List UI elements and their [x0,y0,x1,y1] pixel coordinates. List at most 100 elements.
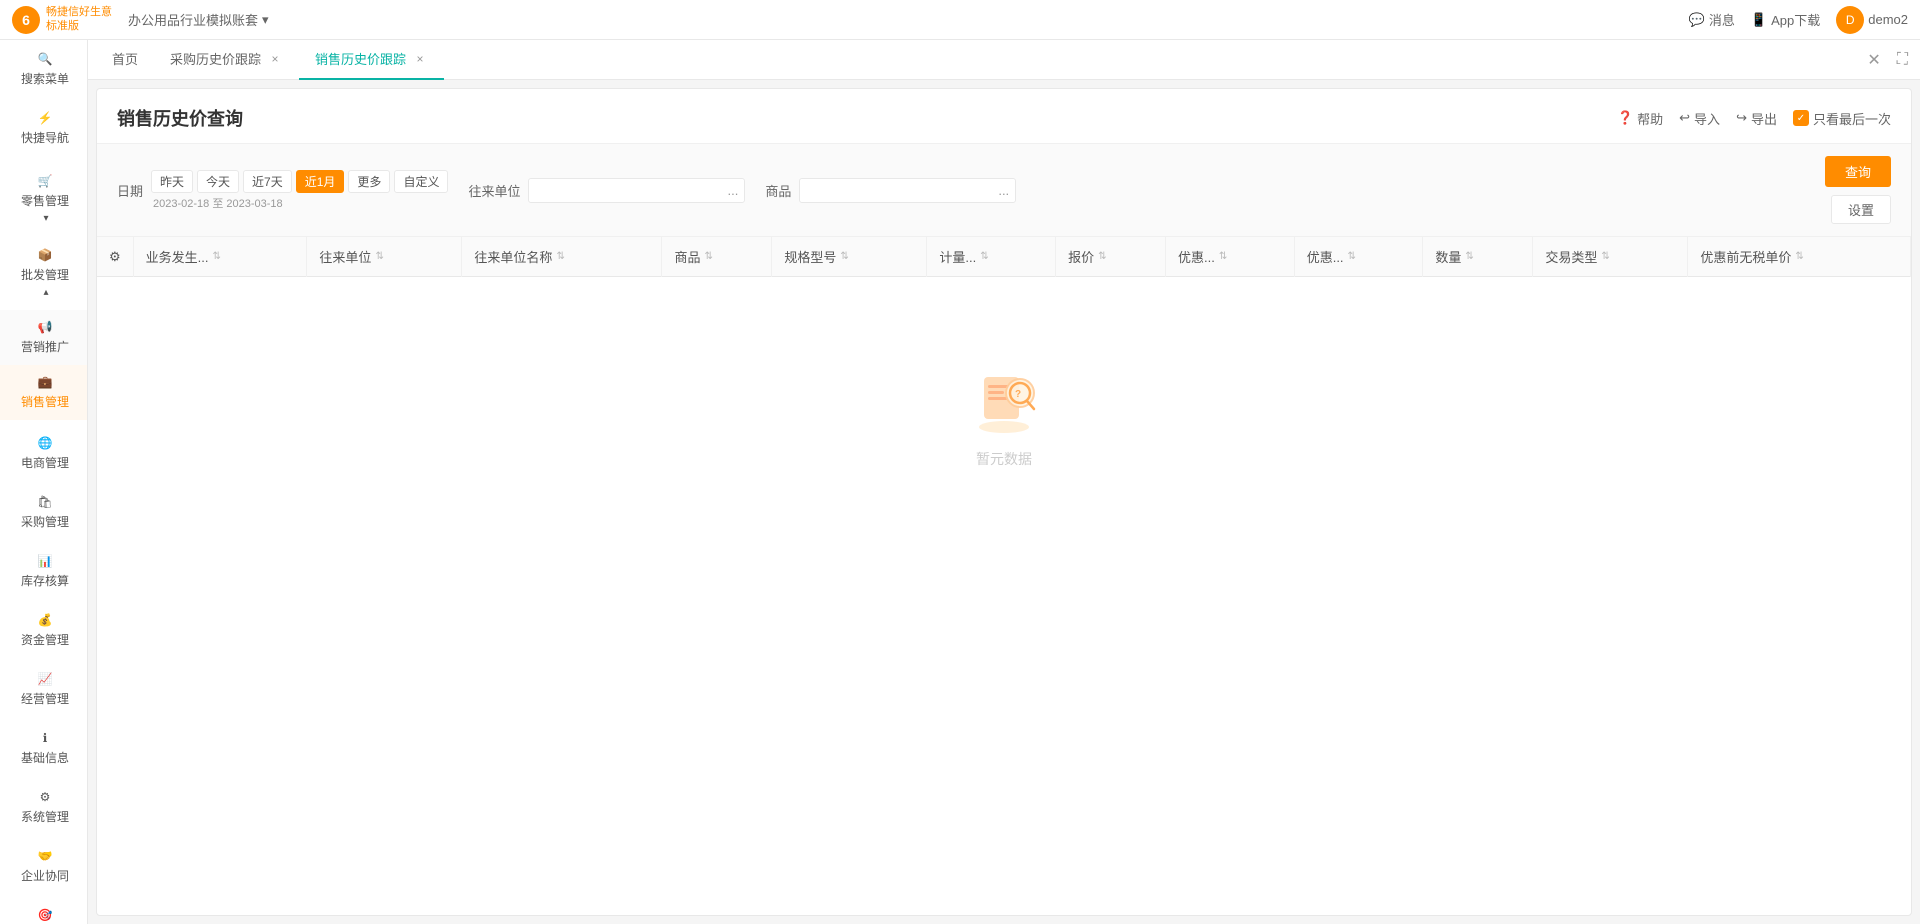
th-trade-type[interactable]: 交易类型⇅ [1533,237,1688,277]
th-discount1-label: 优惠... [1178,247,1215,266]
tab-sales-close[interactable]: × [412,51,428,67]
partner-input-wrap: ... [528,178,745,203]
settings-icon: ⚙ [109,249,121,264]
th-product[interactable]: 商品⇅ [662,237,772,277]
tab-home[interactable]: 首页 [96,40,154,80]
date-btn-more[interactable]: 更多 [348,170,390,193]
top-bar-left: 6 畅捷信好生意 标准版 办公用品行业模拟账套 ▾ [12,6,277,34]
tab-purchase-label: 采购历史价跟踪 [170,49,261,68]
sidebar: 🔍 搜索菜单 ⚡ 快捷导航 🛒 零售管理 ▾ 📦 批发管理 ▴ 📢 营销推广 💼… [0,40,88,924]
partner-filter-label: 往来单位 [468,181,520,200]
th-unit-label: 计量... [939,247,976,266]
sidebar-item-wholesale[interactable]: 📦 批发管理 ▴ [0,236,87,310]
th-pre-tax-price[interactable]: 优惠前无税单价 ⇅ [1688,237,1911,277]
chevron-down-icon: ▾ [262,12,269,28]
tab-purchase-history[interactable]: 采购历史价跟踪 × [154,40,299,80]
th-discount1[interactable]: 优惠...⇅ [1166,237,1295,277]
product-filter-label: 商品 [765,181,791,200]
sidebar-item-ecommerce[interactable]: 🌐 电商管理 [0,424,87,483]
th-discount2[interactable]: 优惠...⇅ [1294,237,1423,277]
sidebar-item-shortcuts[interactable]: ⚡ 快捷导航 [0,99,87,158]
chevron-icon: ▴ [43,287,48,298]
th-unit[interactable]: 计量... ⇅ [927,237,1056,277]
empty-text: 暂元数据 [976,449,1032,469]
page-header: 销售历史价查询 ❓ 帮助 ↩ 导入 ↪ 导出 ✓ [97,89,1911,144]
sidebar-item-inventory[interactable]: 📊 库存核算 [0,542,87,601]
date-btn-1month[interactable]: 近1月 [296,170,345,193]
sidebar-item-retail[interactable]: 🛒 零售管理 ▾ [0,162,87,236]
sidebar-item-label: 快捷导航 [21,129,69,146]
th-quote[interactable]: 报价⇅ [1056,237,1166,277]
sort-icon: ⇅ [1348,251,1356,262]
user-area[interactable]: D demo2 [1836,6,1908,34]
product-input[interactable] [800,179,992,202]
sort-icon: ⇅ [980,251,988,262]
search-icon: 🔍 [38,52,53,66]
gear-icon: ⚙ [40,790,51,804]
sidebar-item-operations[interactable]: 📈 经营管理 [0,660,87,719]
finance-icon: 💰 [38,613,53,627]
sidebar-item-label: 采购管理 [21,513,69,530]
sidebar-item-basics[interactable]: ℹ 基础信息 [0,719,87,778]
th-pre-tax-price-label: 优惠前无税单价 [1700,247,1791,266]
date-btn-yesterday[interactable]: 昨天 [151,170,193,193]
date-filter-label: 日期 [117,181,143,200]
export-label: 导出 [1751,109,1777,128]
date-range-text: 2023-02-18 至 2023-03-18 [151,195,283,211]
only-last-checkbox[interactable]: ✓ 只看最后一次 [1793,109,1891,128]
guide-icon: 🎯 [38,908,53,922]
tab-bar-right: ✕ ⛶ [1863,46,1912,74]
page-title: 销售历史价查询 [117,105,243,131]
date-btn-7days[interactable]: 近7天 [243,170,292,193]
sidebar-item-enterprise[interactable]: 🤝 企业协同 [0,837,87,896]
settings-button[interactable]: 设置 [1831,195,1891,224]
import-label: 导入 [1694,109,1720,128]
sidebar-item-marketing[interactable]: 📢 营销推广 [0,310,87,365]
marketing-icon: 📢 [38,320,53,334]
sidebar-item-label: 资金管理 [21,631,69,648]
sidebar-item-label: 销售管理 [21,393,69,410]
sort-icon: ⇅ [705,251,713,262]
sidebar-item-purchase[interactable]: 🛍 采购管理 [0,483,87,542]
sidebar-item-search[interactable]: 🔍 搜索菜单 [0,40,87,99]
partner-input-dots[interactable]: ... [721,179,744,202]
th-spec[interactable]: 规格型号⇅ [772,237,927,277]
partner-input[interactable] [529,179,721,202]
app-download-action[interactable]: 📱 App下载 [1751,10,1820,29]
th-settings[interactable]: ⚙ [97,237,133,277]
message-action[interactable]: 💬 消息 [1689,10,1735,29]
workspace-selector[interactable]: 办公用品行业模拟账套 ▾ [120,6,277,33]
sort-icon: ⇅ [1795,251,1803,262]
sort-icon: ⇅ [1601,251,1609,262]
export-action[interactable]: ↪ 导出 [1736,109,1777,128]
th-partner-name[interactable]: 往来单位名称⇅ [462,237,662,277]
app-icon: 📱 [1751,12,1767,28]
th-partner-code-label: 往来单位 [319,247,371,266]
sidebar-item-guide[interactable]: 🎯 新手引导 [0,896,87,924]
sidebar-item-system[interactable]: ⚙ 系统管理 [0,778,87,837]
product-input-wrap: ... [799,178,1016,203]
operations-icon: 📈 [38,672,53,686]
tab-maximize-icon[interactable]: ⛶ [1893,47,1912,73]
th-quantity-label: 数量 [1435,247,1461,266]
product-input-dots[interactable]: ... [992,179,1015,202]
import-action[interactable]: ↩ 导入 [1679,109,1720,128]
sidebar-sub-wholesale: 📢 营销推广 💼 销售管理 [0,310,87,420]
sidebar-item-finance[interactable]: 💰 资金管理 [0,601,87,660]
sidebar-item-sales[interactable]: 💼 销售管理 [0,365,87,420]
tab-close-all-icon[interactable]: ✕ [1863,46,1884,74]
empty-state: ? 暂元数据 [97,277,1911,549]
table-container: ⚙ 业务发生...⇅ 往来单位⇅ 往来单位名称⇅ [97,237,1911,549]
th-biz-date[interactable]: 业务发生...⇅ [133,237,307,277]
checkbox-checked-icon: ✓ [1793,110,1809,126]
tab-sales-history[interactable]: 销售历史价跟踪 × [299,40,444,80]
date-btn-today[interactable]: 今天 [197,170,239,193]
help-action[interactable]: ❓ 帮助 [1617,109,1663,128]
query-button[interactable]: 查询 [1825,156,1891,187]
logo-text: 畅捷信好生意 标准版 [46,6,112,32]
tab-purchase-close[interactable]: × [267,51,283,67]
date-btn-custom[interactable]: 自定义 [394,170,448,193]
th-quantity[interactable]: 数量⇅ [1423,237,1533,277]
th-partner-code[interactable]: 往来单位⇅ [307,237,462,277]
sidebar-item-label: 电商管理 [21,454,69,471]
